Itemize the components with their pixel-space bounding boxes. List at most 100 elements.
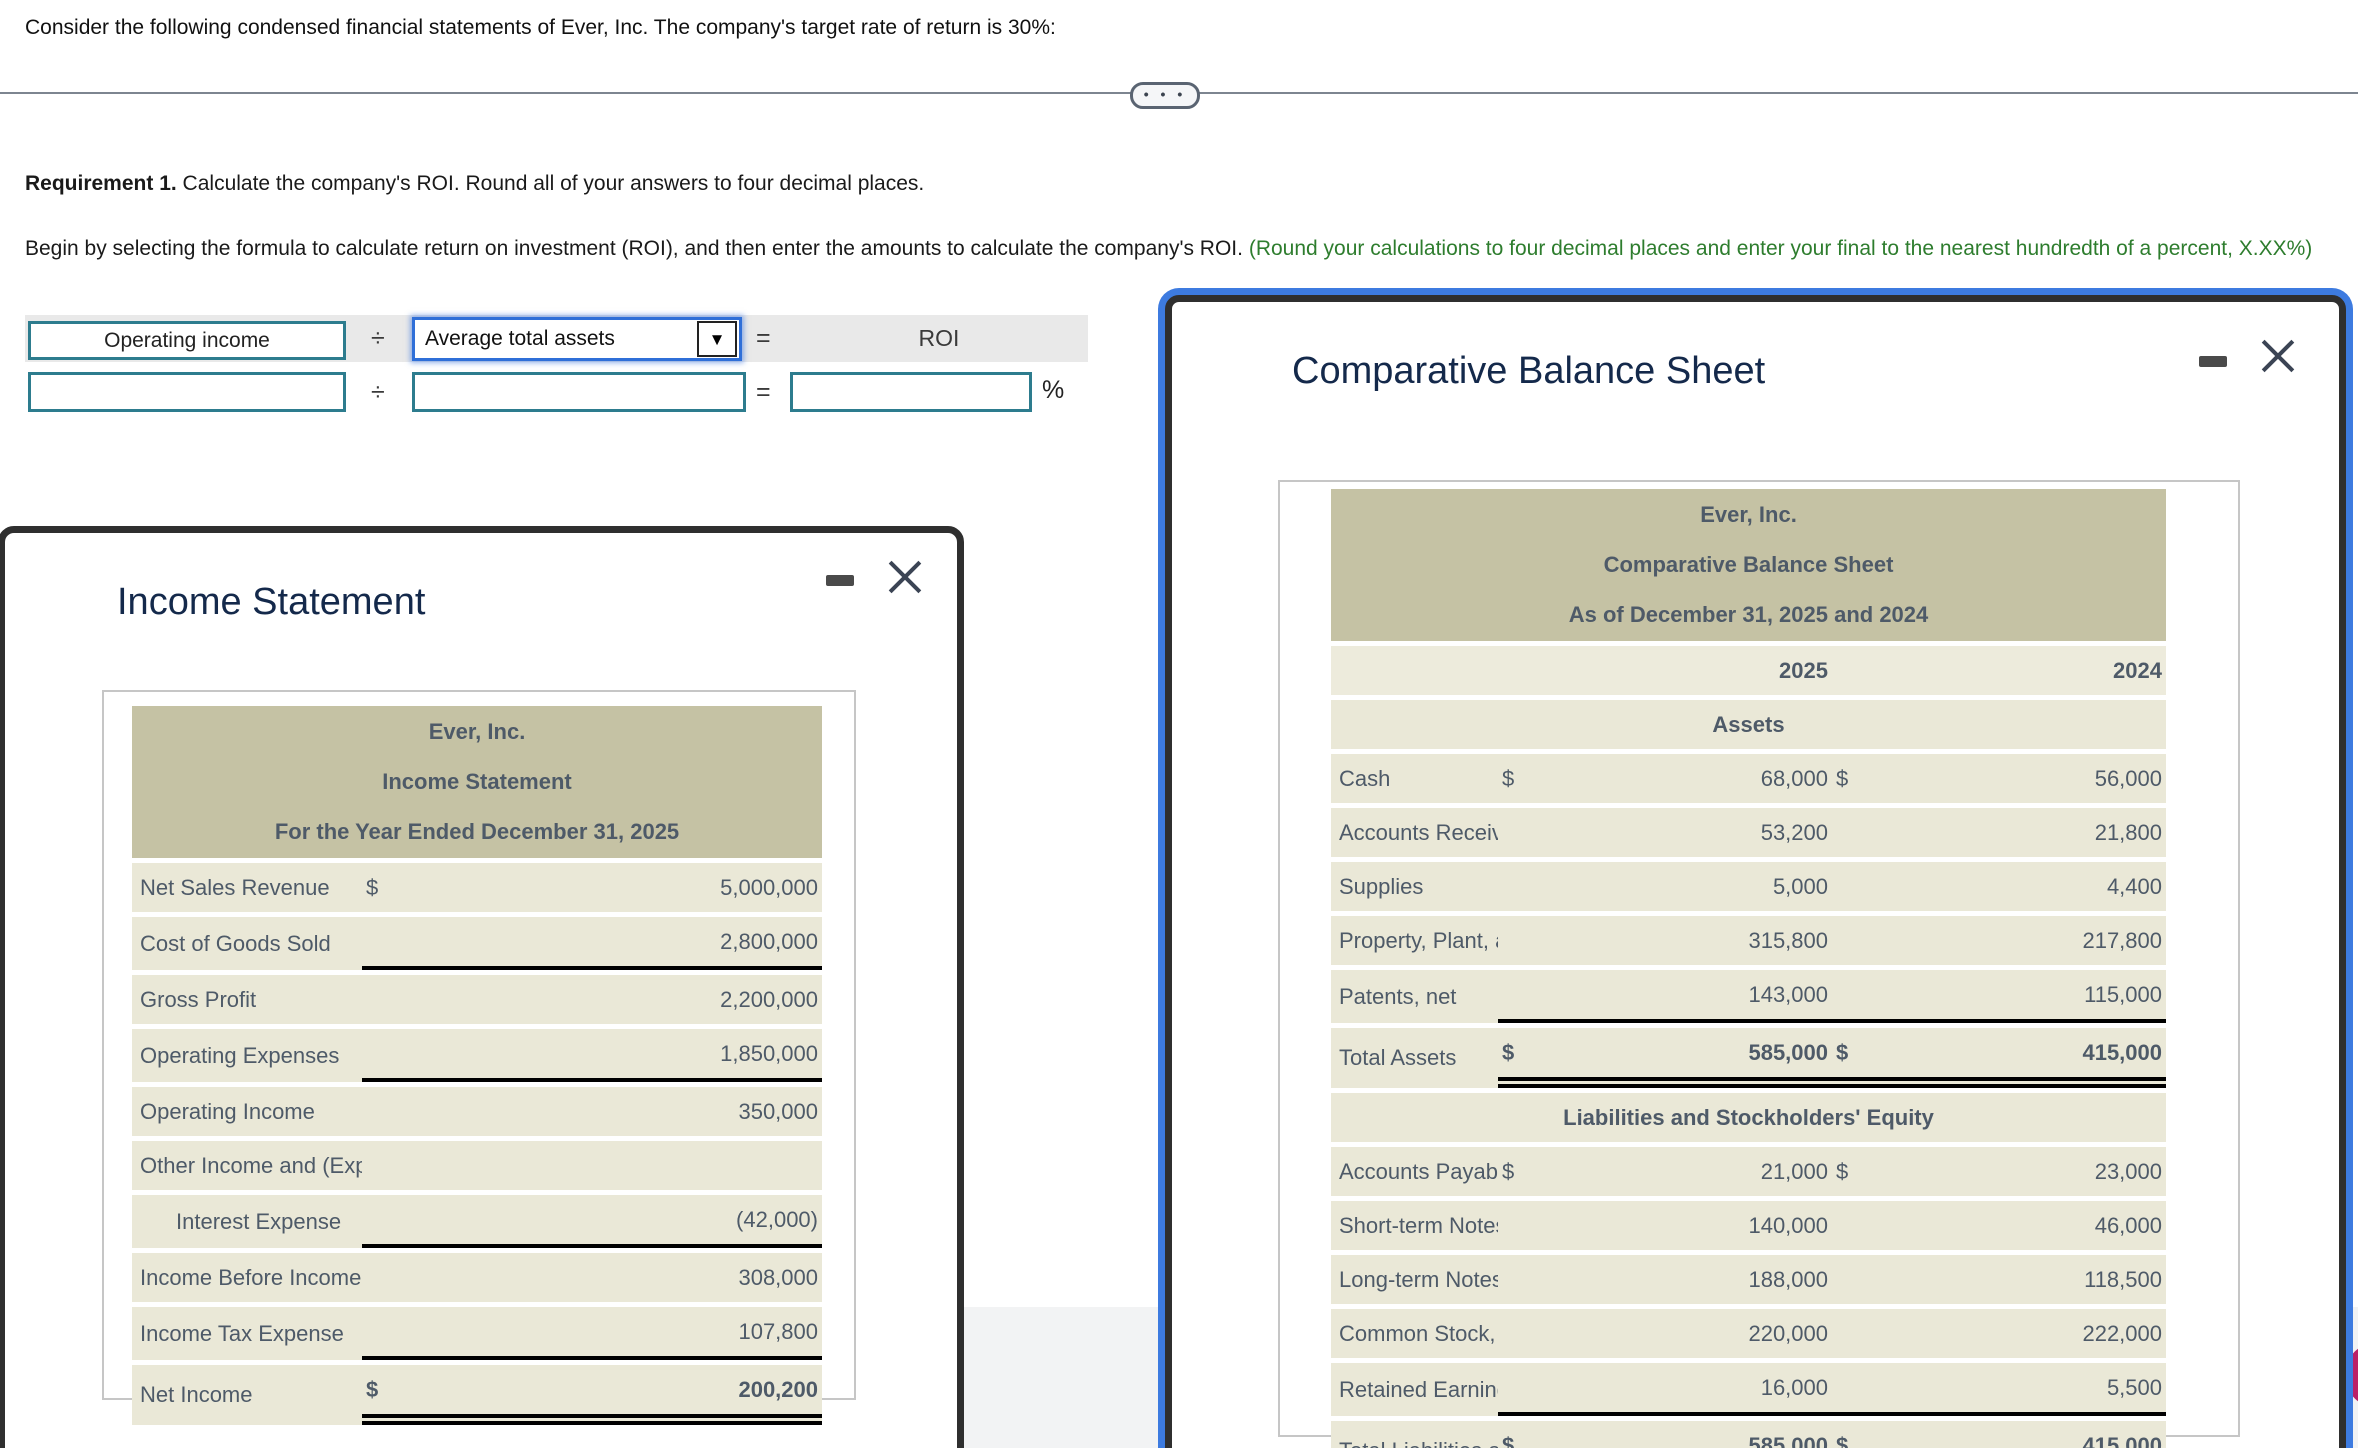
table-row: Total Liabilities and Stockholders' Equi…	[1331, 1421, 2166, 1448]
minimize-button[interactable]	[2198, 346, 2228, 376]
row-value-2025: 21,000	[1665, 1147, 1832, 1196]
minimize-button[interactable]	[825, 565, 855, 595]
liabilities-section-label: Liabilities and Stockholders' Equity	[1331, 1093, 2166, 1142]
divide-sign: ÷	[371, 378, 385, 406]
row-value-2024: 23,000	[1999, 1147, 2166, 1196]
row-label: Other Income and (Expenses):	[132, 1141, 362, 1190]
row-value: 1,850,000	[592, 1029, 822, 1082]
row-label: Accounts Payable	[1331, 1147, 1498, 1196]
instruction-main: Begin by selecting the formula to calcul…	[25, 237, 1249, 260]
divide-sign: ÷	[371, 324, 385, 352]
dollar-sign-cell: $	[362, 863, 592, 912]
row-label: Operating Expenses	[132, 1029, 362, 1082]
row-label: Accounts Receivable	[1331, 808, 1498, 857]
row-value: 107,800	[592, 1307, 822, 1360]
row-label: Income Before Income Tax Expense	[132, 1253, 362, 1302]
year-column-2024: 2024	[1999, 646, 2166, 695]
formula-denominator-dropdown[interactable]: Average total assets ▼	[412, 317, 742, 361]
row-value: 2,800,000	[592, 917, 822, 970]
close-button[interactable]	[885, 555, 925, 595]
row-label: Long-term Notes Payable	[1331, 1255, 1498, 1304]
row-value: 350,000	[592, 1087, 822, 1136]
close-button[interactable]	[2258, 334, 2298, 374]
row-label: Gross Profit	[132, 975, 362, 1024]
dropdown-arrow-button[interactable]: ▼	[697, 321, 737, 357]
dollar-sign-cell: $	[1832, 1147, 1999, 1196]
row-value-2024: 115,000	[1999, 970, 2166, 1023]
dollar-sign-cell	[1498, 1201, 1665, 1250]
chevron-down-icon: ▼	[708, 329, 726, 349]
row-label: Net Sales Revenue	[132, 863, 362, 912]
instruction-note-green: (Round your calculations to four decimal…	[1248, 237, 2313, 260]
row-value-2025: 68,000	[1665, 754, 1832, 803]
dollar-sign-cell	[1498, 808, 1665, 857]
dollar-sign-cell: $	[362, 1365, 592, 1425]
row-value-2024: 222,000	[1999, 1309, 2166, 1358]
table-row: Long-term Notes Payable 188,000 118,500	[1331, 1255, 2166, 1304]
numerator-input[interactable]	[28, 372, 346, 412]
dollar-sign-cell	[362, 1087, 592, 1136]
dollar-sign-cell	[1832, 808, 1999, 857]
row-value-2024: 415,000	[1999, 1421, 2166, 1448]
dollar-sign-cell: $	[1498, 754, 1665, 803]
dollar-sign-cell	[1832, 862, 1999, 911]
table-row: Cost of Goods Sold 2,800,000	[132, 917, 822, 970]
row-label: Patents, net	[1331, 970, 1498, 1023]
row-label: Cash	[1331, 754, 1498, 803]
row-value-2025: 585,000	[1665, 1421, 1832, 1448]
dollar-sign-cell: $	[1498, 1028, 1665, 1088]
row-value-2025: 220,000	[1665, 1309, 1832, 1358]
table-row: Other Income and (Expenses):	[132, 1141, 822, 1190]
roi-result-input[interactable]	[790, 372, 1032, 412]
table-header-row: Ever, Inc. Income Statement For the Year…	[132, 706, 822, 858]
row-value-2025: 188,000	[1665, 1255, 1832, 1304]
dropdown-selected-value: Average total assets	[425, 327, 615, 350]
year-header-row: 2025 2024	[1331, 646, 2166, 695]
dollar-sign-cell	[362, 975, 592, 1024]
row-value: 308,000	[592, 1253, 822, 1302]
row-value: 5,000,000	[592, 863, 822, 912]
row-label: Cost of Goods Sold	[132, 917, 362, 970]
table-row: Total Assets $ 585,000 $ 415,000	[1331, 1028, 2166, 1088]
row-value: 2,200,000	[592, 975, 822, 1024]
question-intro-text: Consider the following condensed financi…	[25, 16, 1056, 39]
dollar-sign-cell	[1498, 1309, 1665, 1358]
table-row: Common Stock, no Par 220,000 222,000	[1331, 1309, 2166, 1358]
table-header-row: Ever, Inc. Comparative Balance Sheet As …	[1331, 489, 2166, 641]
row-label: Interest Expense	[132, 1195, 362, 1248]
row-value-2025: 315,800	[1665, 916, 1832, 965]
row-value-2024: 46,000	[1999, 1201, 2166, 1250]
balance-sheet-table: Ever, Inc. Comparative Balance Sheet As …	[1331, 484, 2166, 1448]
statement-period: As of December 31, 2025 and 2024	[1568, 602, 1929, 627]
row-label: Retained Earnings	[1331, 1363, 1498, 1416]
table-row: Net Sales Revenue $ 5,000,000	[132, 863, 822, 912]
table-row: Accounts Payable $ 21,000 $ 23,000	[1331, 1147, 2166, 1196]
table-row: Supplies 5,000 4,400	[1331, 862, 2166, 911]
dollar-sign-cell: $	[1498, 1147, 1665, 1196]
row-label: Income Tax Expense	[132, 1307, 362, 1360]
income-statement-window: Income Statement Ever, Inc. Income State…	[0, 526, 964, 1448]
row-value-2025: 16,000	[1665, 1363, 1832, 1416]
row-value: 200,200	[592, 1365, 822, 1425]
instruction-text: Begin by selecting the formula to calcul…	[25, 233, 2355, 264]
dollar-sign-cell	[1832, 1363, 1999, 1416]
dollar-sign-cell	[1832, 1201, 1999, 1250]
denominator-input[interactable]	[412, 372, 746, 412]
table-row: Accounts Receivable 53,200 21,800	[1331, 808, 2166, 857]
table-row: Gross Profit 2,200,000	[132, 975, 822, 1024]
formula-numerator-box[interactable]: Operating income	[28, 321, 346, 360]
row-value-2024: 4,400	[1999, 862, 2166, 911]
row-value-2025: 585,000	[1665, 1028, 1832, 1088]
section-collapse-button[interactable]: • • •	[1130, 82, 1200, 109]
row-value-2025: 53,200	[1665, 808, 1832, 857]
statement-name: Income Statement	[382, 769, 572, 794]
equals-sign: =	[756, 378, 771, 406]
minimize-icon	[2199, 356, 2227, 367]
dollar-sign-cell	[362, 1195, 592, 1248]
window-title: Income Statement	[117, 581, 426, 623]
table-row: Income Tax Expense 107,800	[132, 1307, 822, 1360]
dollar-sign-cell	[1498, 916, 1665, 965]
balance-sheet-window: Comparative Balance Sheet Ever, Inc. Com…	[1165, 295, 2346, 1448]
company-name: Ever, Inc.	[428, 719, 526, 744]
dollar-sign-cell	[1832, 916, 1999, 965]
